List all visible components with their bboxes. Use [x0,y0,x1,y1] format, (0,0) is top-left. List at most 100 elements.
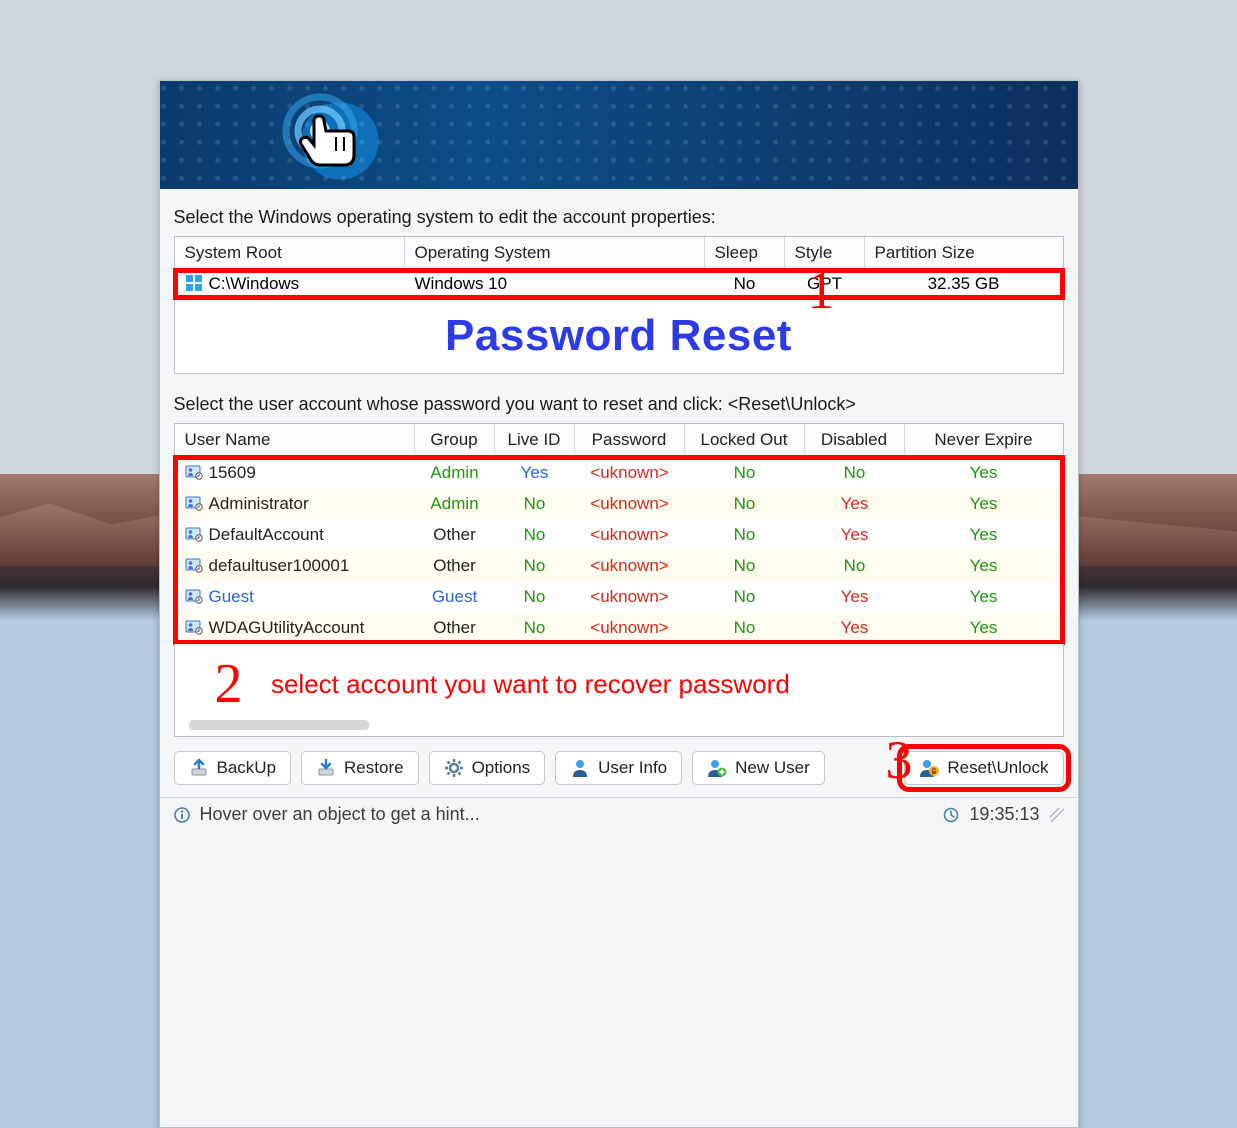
cell-password: <uknown> [575,521,685,549]
cell-username: DefaultAccount [175,521,415,549]
user-info-button[interactable]: User Info [555,751,682,785]
user-account-icon [185,618,203,636]
cell-neverexpire: Yes [905,614,1063,642]
os-table: System Root Operating System Sleep Style… [174,236,1064,299]
app-window: Select the Windows operating system to e… [159,80,1079,1128]
reset-unlock-button-label: Reset\Unlock [947,758,1048,778]
os-partition-size-value: 32.35 GB [865,270,1063,298]
options-button[interactable]: Options [429,751,546,785]
username-text: 15609 [209,463,256,482]
users-table-row[interactable]: defaultuser100001OtherNo<uknown>NoNoYes [175,550,1063,581]
cell-group: Guest [415,583,495,611]
users-table-row[interactable]: 15609AdminYes<uknown>NoNoYes [175,457,1063,488]
cell-neverexpire: Yes [905,552,1063,580]
users-table-row[interactable]: AdministratorAdminNo<uknown>NoYesYes [175,488,1063,519]
users-col-neverexpire[interactable]: Never Expire [905,424,1063,457]
username-text: Guest [209,587,254,606]
annotation-number-2: 2 [215,652,243,716]
resize-grip[interactable] [1050,808,1064,822]
cell-password: <uknown> [575,583,685,611]
reset-unlock-icon [919,758,939,778]
password-reset-title: Password Reset [174,299,1064,374]
cell-group: Other [415,552,495,580]
windows-logo-icon [185,274,203,292]
cell-liveid: No [495,490,575,518]
cell-lockedout: No [685,583,805,611]
cell-password: <uknown> [575,552,685,580]
user-account-icon [185,494,203,512]
username-text: WDAGUtilityAccount [209,618,365,637]
cell-lockedout: No [685,614,805,642]
users-col-username[interactable]: User Name [175,424,415,457]
new-user-button[interactable]: New User [692,751,825,785]
cell-password: <uknown> [575,490,685,518]
users-table-row[interactable]: GuestGuestNo<uknown>NoYesYes [175,581,1063,612]
cell-neverexpire: Yes [905,521,1063,549]
backup-icon [189,758,209,778]
reset-unlock-button[interactable]: Reset\Unlock [904,751,1063,785]
cell-group: Other [415,521,495,549]
cell-liveid: No [495,614,575,642]
cell-lockedout: No [685,552,805,580]
users-table-rows: 15609AdminYes<uknown>NoNoYesAdministrato… [175,457,1063,643]
cell-group: Admin [415,490,495,518]
username-text: defaultuser100001 [209,556,350,575]
users-col-disabled[interactable]: Disabled [805,424,905,457]
os-table-row[interactable]: C:\Windows Windows 10 No GPT 32.35 GB [175,270,1063,298]
cell-lockedout: No [685,490,805,518]
restore-icon [316,758,336,778]
cell-username: Guest [175,583,415,611]
os-sleep-value: No [705,270,785,298]
cell-username: WDAGUtilityAccount [175,614,415,642]
cell-disabled: No [805,552,905,580]
horizontal-scrollbar[interactable] [189,720,369,730]
backup-button-label: BackUp [217,758,277,778]
action-buttons-row: BackUp Restore Options User Info New Use… [160,737,1078,797]
restore-button[interactable]: Restore [301,751,419,785]
users-table-row[interactable]: DefaultAccountOtherNo<uknown>NoYesYes [175,519,1063,550]
new-user-icon [707,758,727,778]
select-os-instruction: Select the Windows operating system to e… [174,207,1064,228]
cell-disabled: Yes [805,583,905,611]
users-table-row[interactable]: WDAGUtilityAccountOtherNo<uknown>NoYesYe… [175,612,1063,643]
annotation-number-1: 1 [808,259,835,321]
user-info-button-label: User Info [598,758,667,778]
info-icon [174,807,190,823]
os-name-value: Windows 10 [405,270,705,298]
cell-neverexpire: Yes [905,490,1063,518]
user-account-icon [185,556,203,574]
cell-lockedout: No [685,521,805,549]
cell-liveid: No [495,521,575,549]
cell-username: defaultuser100001 [175,552,415,580]
cell-liveid: No [495,552,575,580]
gear-icon [444,758,464,778]
cell-neverexpire: Yes [905,459,1063,487]
user-info-icon [570,758,590,778]
users-col-lockedout[interactable]: Locked Out [685,424,805,457]
users-table-header: User Name Group Live ID Password Locked … [175,424,1063,457]
users-col-group[interactable]: Group [415,424,495,457]
os-system-root-value: C:\Windows [209,274,300,293]
cell-group: Other [415,614,495,642]
os-col-operating-system[interactable]: Operating System [405,237,705,270]
annotation-2-area: 2 select account you want to recover pas… [174,644,1064,737]
users-col-password[interactable]: Password [575,424,685,457]
password-reset-title-text: Password Reset [445,311,792,360]
cell-disabled: No [805,459,905,487]
os-col-sleep[interactable]: Sleep [705,237,785,270]
backup-button[interactable]: BackUp [174,751,292,785]
cell-disabled: Yes [805,521,905,549]
status-hint: Hover over an object to get a hint... [200,804,934,825]
os-col-partition-size[interactable]: Partition Size [865,237,1063,270]
user-account-icon [185,463,203,481]
cell-liveid: Yes [495,459,575,487]
user-account-icon [185,587,203,605]
cell-password: <uknown> [575,459,685,487]
users-col-liveid[interactable]: Live ID [495,424,575,457]
status-bar: Hover over an object to get a hint... 19… [160,797,1078,833]
app-banner [160,81,1078,189]
cell-liveid: No [495,583,575,611]
cell-group: Admin [415,459,495,487]
os-col-system-root[interactable]: System Root [175,237,405,270]
username-text: Administrator [209,494,309,513]
